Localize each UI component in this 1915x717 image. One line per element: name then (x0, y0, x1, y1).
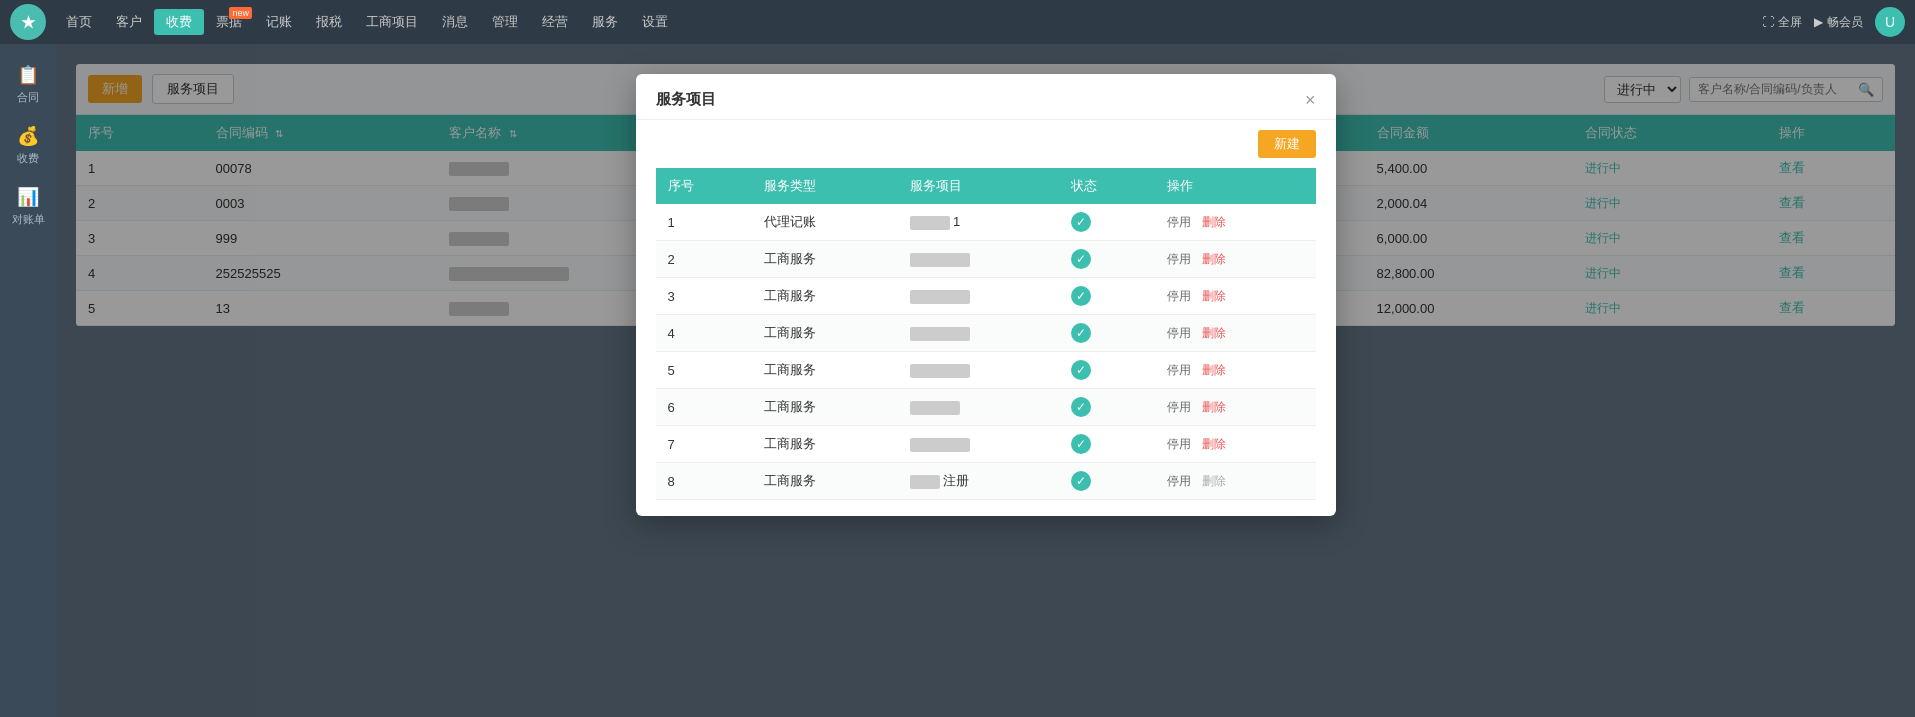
service-items-modal: 服务项目 × 新建 序号 服务类型 服务项目 状态 操作 (636, 74, 1336, 516)
fullscreen-btn[interactable]: ⛶ 全屏 (1762, 14, 1802, 31)
modal-toolbar: 新建 (636, 120, 1336, 168)
logo-icon: ★ (10, 4, 46, 40)
member-btn[interactable]: ▶ 畅会员 (1814, 14, 1863, 31)
modal-cell-item: 1 (898, 204, 1059, 241)
reconcile-icon: 📊 (17, 186, 39, 208)
nav-fee[interactable]: 收费 (154, 9, 204, 35)
stop-btn[interactable]: 停用 (1167, 474, 1191, 488)
modal-header: 服务项目 × (636, 74, 1336, 120)
sidebar-item-fee[interactable]: 💰 收费 (0, 115, 56, 176)
nav-tax[interactable]: 报税 (304, 9, 354, 35)
nav-admin[interactable]: 管理 (480, 9, 530, 35)
stop-btn[interactable]: 停用 (1167, 363, 1191, 377)
stop-btn[interactable]: 停用 (1167, 215, 1191, 229)
status-ok-icon: ✓ (1071, 434, 1091, 454)
status-ok-icon: ✓ (1071, 397, 1091, 417)
stop-btn[interactable]: 停用 (1167, 437, 1191, 451)
modal-title: 服务项目 (656, 90, 716, 109)
nav-biz2[interactable]: 经营 (530, 9, 580, 35)
modal-body: 序号 服务类型 服务项目 状态 操作 1 代理记账 1 ✓ (636, 168, 1336, 516)
status-ok-icon: ✓ (1071, 212, 1091, 232)
modal-table-row: 1 代理记账 1 ✓ 停用 删除 (656, 204, 1316, 241)
stop-btn[interactable]: 停用 (1167, 326, 1191, 340)
stop-btn[interactable]: 停用 (1167, 252, 1191, 266)
nav-bookkeep[interactable]: 记账 (254, 9, 304, 35)
nav-home[interactable]: 首页 (54, 9, 104, 35)
modal-table: 序号 服务类型 服务项目 状态 操作 1 代理记账 1 ✓ (656, 168, 1316, 500)
modal-col-item: 服务项目 (898, 168, 1059, 204)
modal-cell-status: ✓ (1059, 204, 1155, 241)
sidebar-item-reconcile[interactable]: 📊 对账单 (0, 176, 56, 237)
delete-btn-gray[interactable]: 删除 (1202, 474, 1226, 488)
modal-table-row: 7 工商服务 ✓ 停用 删除 (656, 426, 1316, 463)
modal-col-action: 操作 (1155, 168, 1316, 204)
modal-overlay: 服务项目 × 新建 序号 服务类型 服务项目 状态 操作 (56, 44, 1915, 717)
modal-cell-action: 停用 删除 (1155, 204, 1316, 241)
delete-btn[interactable]: 删除 (1202, 289, 1226, 303)
modal-table-row: 8 工商服务 注册 ✓ 停用 删除 (656, 463, 1316, 500)
status-ok-icon: ✓ (1071, 360, 1091, 380)
contract-icon: 📋 (17, 64, 39, 86)
nav-biz[interactable]: 工商项目 (354, 9, 430, 35)
top-nav: ★ 首页 客户 收费 票据 new 记账 报税 工商项目 消息 管理 经营 服务… (0, 0, 1915, 44)
right-actions: ⛶ 全屏 ▶ 畅会员 U (1762, 7, 1905, 37)
delete-btn[interactable]: 删除 (1202, 326, 1226, 340)
modal-col-seq: 序号 (656, 168, 752, 204)
modal-close-btn[interactable]: × (1305, 91, 1316, 109)
nav-msg[interactable]: 消息 (430, 9, 480, 35)
status-ok-icon: ✓ (1071, 249, 1091, 269)
nav-invoice[interactable]: 票据 new (204, 9, 254, 35)
stop-btn[interactable]: 停用 (1167, 400, 1191, 414)
delete-btn[interactable]: 删除 (1202, 437, 1226, 451)
sidebar-item-contract[interactable]: 📋 合同 (0, 54, 56, 115)
delete-btn[interactable]: 删除 (1202, 252, 1226, 266)
nav-service[interactable]: 服务 (580, 9, 630, 35)
modal-cell-type: 代理记账 (752, 204, 898, 241)
status-ok-icon: ✓ (1071, 286, 1091, 306)
new-badge: new (229, 7, 252, 19)
delete-btn[interactable]: 删除 (1202, 400, 1226, 414)
status-ok-icon: ✓ (1071, 323, 1091, 343)
modal-cell-seq: 1 (656, 204, 752, 241)
delete-btn[interactable]: 删除 (1202, 215, 1226, 229)
modal-new-btn[interactable]: 新建 (1258, 130, 1316, 158)
status-ok-icon: ✓ (1071, 471, 1091, 491)
sidebar: 📋 合同 💰 收费 📊 对账单 (0, 44, 56, 717)
modal-col-type: 服务类型 (752, 168, 898, 204)
member-icon: ▶ (1814, 15, 1823, 29)
nav-items: 首页 客户 收费 票据 new 记账 报税 工商项目 消息 管理 经营 服务 设… (54, 9, 1762, 35)
modal-table-row: 3 工商服务 ✓ 停用 删除 (656, 278, 1316, 315)
nav-settings[interactable]: 设置 (630, 9, 680, 35)
fullscreen-icon: ⛶ (1762, 15, 1774, 29)
stop-btn[interactable]: 停用 (1167, 289, 1191, 303)
modal-table-row: 4 工商服务 ✓ 停用 删除 (656, 315, 1316, 352)
modal-col-status: 状态 (1059, 168, 1155, 204)
delete-btn[interactable]: 删除 (1202, 363, 1226, 377)
fee-icon: 💰 (17, 125, 39, 147)
modal-table-row: 5 工商服务 ✓ 停用 删除 (656, 352, 1316, 389)
nav-client[interactable]: 客户 (104, 9, 154, 35)
avatar[interactable]: U (1875, 7, 1905, 37)
modal-table-row: 6 工商服务 ✓ 停用 删除 (656, 389, 1316, 426)
modal-table-row: 2 工商服务 ✓ 停用 删除 (656, 241, 1316, 278)
